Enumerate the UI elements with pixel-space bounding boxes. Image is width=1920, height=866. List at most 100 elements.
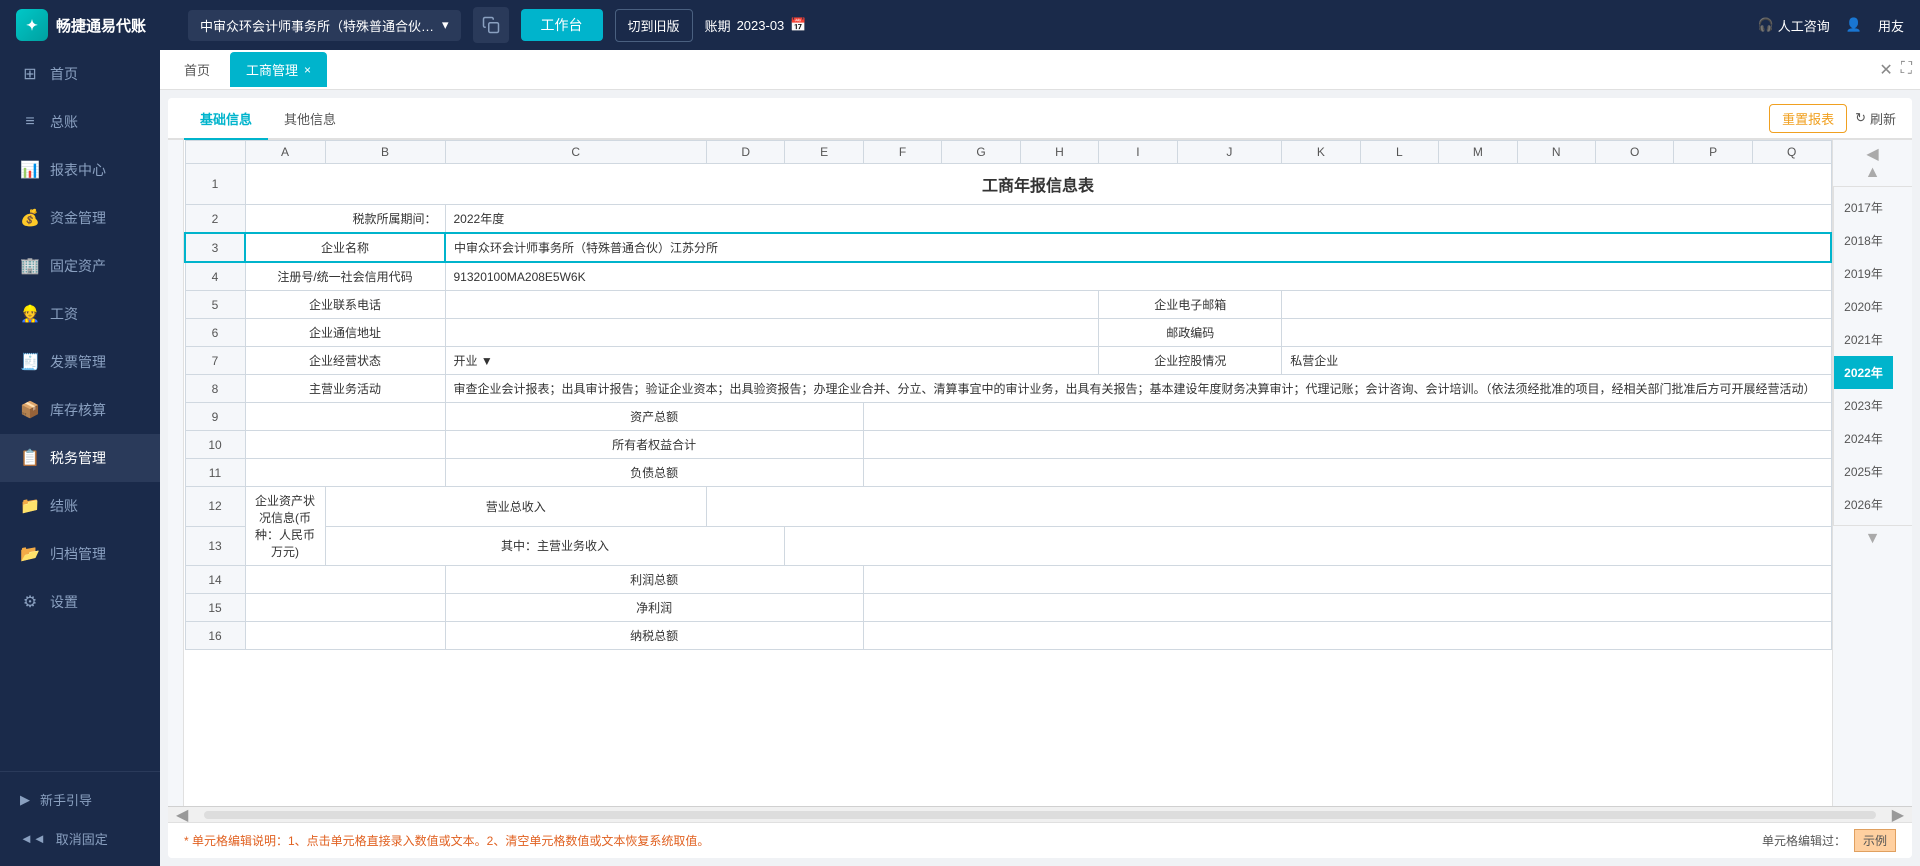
cell-2-value[interactable]: 2022年度 bbox=[445, 205, 1831, 234]
col-header-A[interactable]: A bbox=[245, 141, 325, 164]
sidebar-item-guide[interactable]: ▶ 新手引导 bbox=[0, 780, 160, 819]
col-header-E[interactable]: E bbox=[785, 141, 863, 164]
sidebar-item-fixed-assets[interactable]: 🏢 固定资产 bbox=[0, 242, 160, 290]
cell-6-val1[interactable] bbox=[445, 319, 1099, 347]
year-item-2019[interactable]: 2019年 bbox=[1834, 257, 1893, 290]
sidebar-item-reports[interactable]: 📊 报表中心 bbox=[0, 146, 160, 194]
cell-5-val2[interactable] bbox=[1282, 291, 1831, 319]
cell-16-empty[interactable] bbox=[245, 622, 445, 650]
cell-3-value[interactable]: 中审众环会计师事务所（特殊普通合伙）江苏分所 bbox=[445, 233, 1831, 262]
spreadsheet-container: A B C D E F G H I J K L bbox=[168, 140, 1912, 806]
cell-11-empty[interactable] bbox=[245, 459, 445, 487]
cell-16-value[interactable] bbox=[863, 622, 1831, 650]
sub-tab-other[interactable]: 其他信息 bbox=[268, 99, 352, 140]
sidebar-item-inventory[interactable]: 📦 库存核算 bbox=[0, 386, 160, 434]
cell-14-empty[interactable] bbox=[245, 566, 445, 594]
year-item-2020[interactable]: 2020年 bbox=[1834, 290, 1893, 323]
company-selector[interactable]: 中审众环会计师事务所（特殊普通合伙… ▾ bbox=[188, 10, 461, 41]
year-item-2018[interactable]: 2018年 bbox=[1834, 224, 1893, 257]
col-header-J[interactable]: J bbox=[1177, 141, 1282, 164]
col-header-L[interactable]: L bbox=[1360, 141, 1438, 164]
col-header-M[interactable]: M bbox=[1439, 141, 1517, 164]
year-down-icon[interactable]: ▼ bbox=[1833, 525, 1912, 552]
top-header: ✦ 畅捷通易代账 中审众环会计师事务所（特殊普通合伙… ▾ 工作台 切到旧版 账… bbox=[0, 0, 1920, 50]
col-header-B[interactable]: B bbox=[325, 141, 445, 164]
tab-close-icon[interactable]: × bbox=[304, 63, 311, 77]
user-icon: 👤 bbox=[1846, 17, 1862, 33]
sidebar-item-home[interactable]: ⊞ 首页 bbox=[0, 50, 160, 98]
col-header-C[interactable]: C bbox=[445, 141, 707, 164]
sidebar-item-tax[interactable]: 📋 税务管理 bbox=[0, 434, 160, 482]
cell-12-value[interactable] bbox=[707, 487, 1832, 527]
reset-report-button[interactable]: 重置报表 bbox=[1769, 104, 1847, 133]
cell-15-empty[interactable] bbox=[245, 594, 445, 622]
col-header-O[interactable]: O bbox=[1595, 141, 1673, 164]
sidebar-item-ledger[interactable]: ≡ 总账 bbox=[0, 98, 160, 146]
spreadsheet-main[interactable]: A B C D E F G H I J K L bbox=[184, 140, 1832, 806]
cell-8-value[interactable]: 审查企业会计报表；出具审计报告；验证企业资本；出具验资报告；办理企业合并、分立、… bbox=[445, 375, 1831, 403]
row-num-3: 3 bbox=[185, 233, 245, 262]
scrollbar-track[interactable] bbox=[204, 811, 1875, 819]
refresh-button[interactable]: ↻ 刷新 bbox=[1855, 104, 1896, 133]
year-item-2026[interactable]: 2026年 bbox=[1834, 488, 1893, 521]
col-header-D[interactable]: D bbox=[707, 141, 785, 164]
year-item-2022[interactable]: 2022年 bbox=[1834, 356, 1893, 389]
row-num-1: 1 bbox=[185, 164, 245, 205]
year-item-2017[interactable]: 2017年 bbox=[1834, 191, 1893, 224]
cell-13-value[interactable] bbox=[785, 526, 1831, 566]
col-header-I[interactable]: I bbox=[1099, 141, 1177, 164]
sidebar-label-salary: 工资 bbox=[50, 304, 78, 324]
tab-commerce[interactable]: 工商管理 × bbox=[230, 52, 327, 87]
workbench-button[interactable]: 工作台 bbox=[521, 9, 603, 41]
col-header-K[interactable]: K bbox=[1282, 141, 1360, 164]
ai-consult-button[interactable]: 🎧 人工咨询 bbox=[1758, 16, 1830, 35]
bottom-bar: * 单元格编辑说明：1、点击单元格直接录入数值或文本。2、清空单元格数值或文本恢… bbox=[168, 822, 1912, 858]
cell-1-title[interactable]: 工商年报信息表 bbox=[245, 164, 1831, 205]
cell-10-value[interactable] bbox=[863, 431, 1831, 459]
close-window-icon[interactable]: ✕ bbox=[1879, 60, 1892, 80]
cell-11-value[interactable] bbox=[863, 459, 1831, 487]
calendar-icon[interactable]: 📅 bbox=[790, 17, 806, 33]
copy-icon[interactable] bbox=[473, 7, 509, 43]
col-header-Q[interactable]: Q bbox=[1752, 141, 1831, 164]
cell-14-value[interactable] bbox=[863, 566, 1831, 594]
year-item-2023[interactable]: 2023年 bbox=[1834, 389, 1893, 422]
header-right: 🎧 人工咨询 👤 用友 bbox=[1758, 16, 1904, 35]
sidebar-item-salary[interactable]: 👷 工资 bbox=[0, 290, 160, 338]
col-header-H[interactable]: H bbox=[1020, 141, 1098, 164]
cell-7-holding[interactable]: 私营企业 bbox=[1282, 347, 1831, 375]
col-header-F[interactable]: F bbox=[863, 141, 941, 164]
year-up-icon[interactable]: ▲ bbox=[1865, 164, 1881, 182]
old-version-button[interactable]: 切到旧版 bbox=[615, 9, 693, 42]
sidebar-item-funds[interactable]: 💰 资金管理 bbox=[0, 194, 160, 242]
table-row: 15 净利润 bbox=[185, 594, 1831, 622]
tab-home[interactable]: 首页 bbox=[168, 52, 226, 87]
bottom-right: 单元格编辑过： 示例 bbox=[1762, 829, 1896, 852]
sidebar-item-archive[interactable]: 📂 归档管理 bbox=[0, 530, 160, 578]
cell-7-status[interactable]: 开业 ▼ bbox=[445, 347, 1099, 375]
h-scroll[interactable]: ◀ ▶ bbox=[168, 806, 1912, 822]
year-item-2025[interactable]: 2025年 bbox=[1834, 455, 1893, 488]
sub-tab-basic[interactable]: 基础信息 bbox=[184, 99, 268, 140]
sidebar-item-close[interactable]: 📁 结账 bbox=[0, 482, 160, 530]
cell-6-val2[interactable] bbox=[1282, 319, 1831, 347]
col-header-G[interactable]: G bbox=[942, 141, 1020, 164]
cell-10-empty[interactable] bbox=[245, 431, 445, 459]
collapse-left-icon[interactable]: ◀ bbox=[1866, 144, 1878, 164]
cell-9-value[interactable] bbox=[863, 403, 1831, 431]
table-row: 12 企业资产状况信息(币种：人民币万元) 营业总收入 bbox=[185, 487, 1831, 527]
cell-4-value[interactable]: 91320100MA208E5W6K bbox=[445, 262, 1831, 291]
col-header-N[interactable]: N bbox=[1517, 141, 1595, 164]
cell-15-value[interactable] bbox=[863, 594, 1831, 622]
cell-5-val1[interactable] bbox=[445, 291, 1099, 319]
home-icon: ⊞ bbox=[20, 64, 40, 84]
sidebar-item-settings[interactable]: ⚙ 设置 bbox=[0, 578, 160, 626]
sidebar-item-unpin[interactable]: ◄◄ 取消固定 bbox=[0, 819, 160, 858]
cell-9-empty[interactable] bbox=[245, 403, 445, 431]
col-header-P[interactable]: P bbox=[1674, 141, 1752, 164]
expand-icon[interactable]: ⛶ bbox=[1901, 60, 1912, 80]
sidebar-item-invoice[interactable]: 🧾 发票管理 bbox=[0, 338, 160, 386]
year-item-2021[interactable]: 2021年 bbox=[1834, 323, 1893, 356]
sub-tab-other-label: 其他信息 bbox=[284, 112, 336, 127]
year-item-2024[interactable]: 2024年 bbox=[1834, 422, 1893, 455]
